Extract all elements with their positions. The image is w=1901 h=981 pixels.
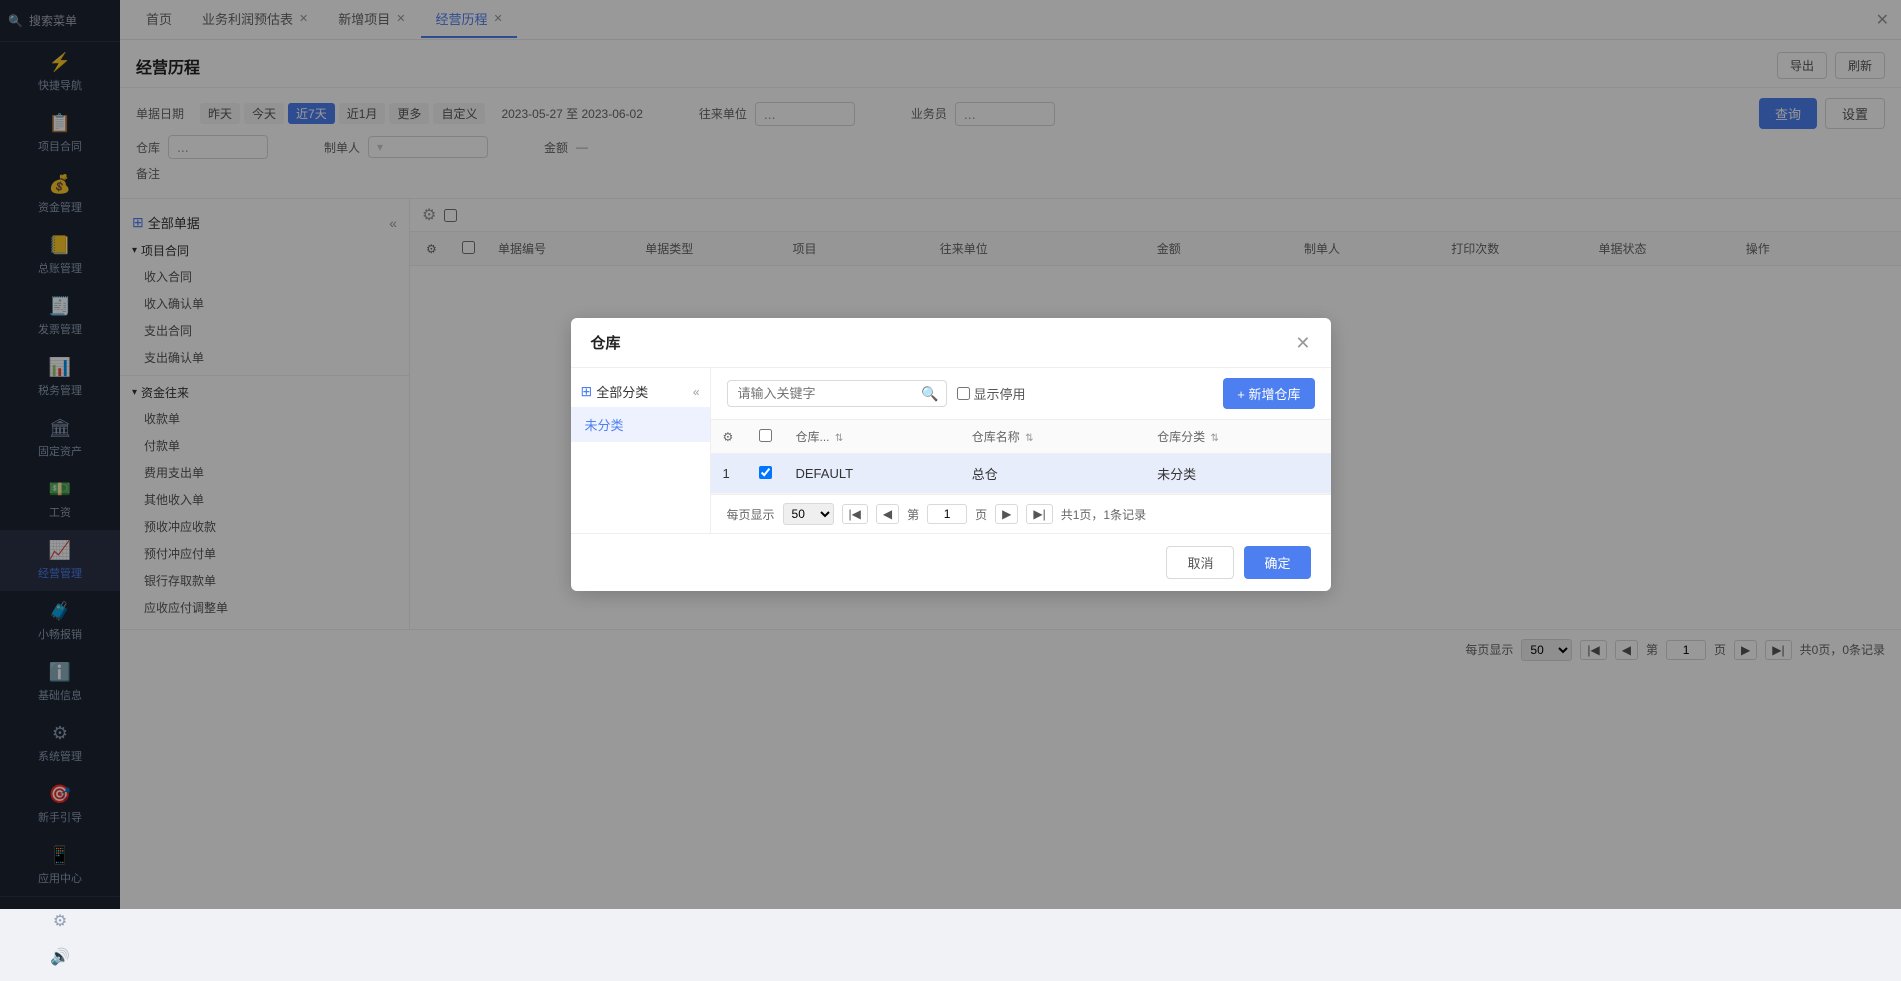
th-checkbox: [747, 420, 784, 454]
table-header-row: ⚙ 仓库... ⇅ 仓库名称 ⇅: [711, 420, 1331, 454]
modal-page-label: 页: [975, 506, 987, 523]
sort-category-icon: ⇅: [1211, 433, 1219, 444]
th-name: 仓库名称 ⇅: [960, 420, 1145, 454]
modal-left-header: ⊞ 全部分类 «: [571, 376, 710, 407]
td-name: 总仓: [960, 454, 1145, 494]
modal-toolbar: 🔍 显示停用 + 新增仓库: [711, 368, 1331, 420]
row-checkbox[interactable]: [759, 466, 772, 479]
modal-header-checkbox[interactable]: [759, 429, 772, 442]
modal-search-icon[interactable]: 🔍: [921, 385, 938, 402]
modal-last-page-btn[interactable]: ▶|: [1026, 504, 1052, 524]
add-warehouse-button[interactable]: + 新增仓库: [1223, 378, 1314, 409]
modal-prev-page-btn[interactable]: ◀: [876, 504, 899, 524]
td-row-num: 1: [711, 454, 747, 494]
uncategorized-label: 未分类: [585, 415, 624, 434]
all-category-label: 全部分类: [596, 382, 648, 401]
modal-overlay[interactable]: 仓库 ✕ ⊞ 全部分类 « 未分类: [0, 0, 1901, 909]
show-disabled-text: 显示停用: [974, 384, 1026, 403]
modal-next-page-btn[interactable]: ▶: [995, 504, 1018, 524]
th-code: 仓库... ⇅: [784, 420, 960, 454]
modal-page-input[interactable]: [927, 504, 967, 524]
modal-pagination: 每页显示 50 100 |◀ ◀ 第 页 ▶ ▶| 共1页，1条记录: [711, 494, 1331, 533]
volume-icon[interactable]: 🔊: [44, 941, 76, 973]
show-disabled-label[interactable]: 显示停用: [957, 384, 1026, 403]
td-checkbox: [747, 454, 784, 494]
modal-footer: 取消 确定: [571, 533, 1331, 591]
modal-close-button[interactable]: ✕: [1295, 334, 1310, 352]
td-category: 未分类: [1145, 454, 1330, 494]
modal-header: 仓库 ✕: [571, 318, 1331, 368]
warehouse-modal: 仓库 ✕ ⊞ 全部分类 « 未分类: [571, 318, 1331, 591]
td-code: DEFAULT: [784, 454, 960, 494]
modal-per-page-select[interactable]: 50 100: [783, 503, 834, 525]
modal-title: 仓库: [591, 332, 621, 353]
modal-page-word: 第: [907, 506, 919, 523]
sort-code-icon: ⇅: [835, 433, 843, 444]
modal-table: ⚙ 仓库... ⇅ 仓库名称 ⇅: [711, 420, 1331, 494]
settings-bottom-icon[interactable]: ⚙: [47, 905, 73, 937]
search-wrapper: 🔍: [727, 380, 947, 407]
th-category: 仓库分类 ⇅: [1145, 420, 1330, 454]
collapse-left-icon[interactable]: «: [693, 385, 700, 399]
modal-uncategorized-item[interactable]: 未分类: [571, 407, 710, 442]
modal-total-label: 共1页，1条记录: [1061, 506, 1146, 523]
modal-right-panel: 🔍 显示停用 + 新增仓库 ⚙: [711, 368, 1331, 533]
modal-search-input[interactable]: [727, 380, 947, 407]
confirm-button[interactable]: 确定: [1244, 546, 1310, 579]
modal-body: ⊞ 全部分类 « 未分类 🔍 显示停用: [571, 368, 1331, 533]
cancel-button[interactable]: 取消: [1166, 546, 1234, 579]
modal-grid-icon: ⊞: [581, 383, 593, 400]
modal-first-page-btn[interactable]: |◀: [842, 504, 868, 524]
show-disabled-checkbox[interactable]: [957, 387, 970, 400]
table-row[interactable]: 1 DEFAULT 总仓 未分类: [711, 454, 1331, 494]
modal-left-panel: ⊞ 全部分类 « 未分类: [571, 368, 711, 533]
th-settings: ⚙: [711, 420, 747, 454]
modal-per-page-label: 每页显示: [727, 506, 775, 523]
sort-name-icon: ⇅: [1025, 433, 1033, 444]
